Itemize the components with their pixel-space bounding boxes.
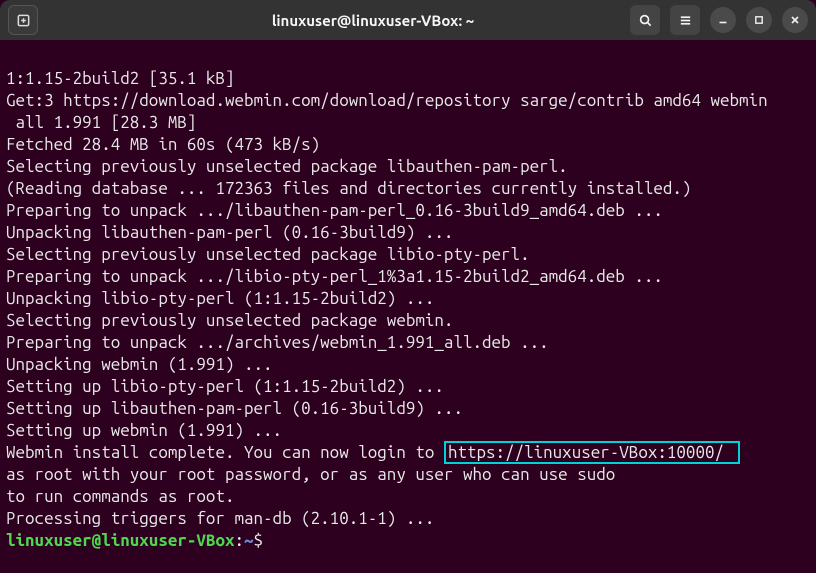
output-line: Get:3 https://download.webmin.com/downlo… bbox=[6, 91, 768, 110]
minimize-button[interactable] bbox=[710, 7, 736, 33]
output-line: Preparing to unpack .../libio-pty-perl_1… bbox=[6, 267, 663, 286]
cursor bbox=[273, 532, 282, 550]
window-title: linuxuser@linuxuser-VBox: ~ bbox=[158, 12, 588, 29]
output-line: Unpacking webmin (1.991) ... bbox=[6, 355, 273, 374]
prompt-path: ~ bbox=[244, 531, 254, 550]
output-line: Selecting previously unselected package … bbox=[6, 157, 568, 176]
close-button[interactable] bbox=[782, 7, 808, 33]
search-button[interactable] bbox=[630, 5, 660, 35]
maximize-button[interactable] bbox=[746, 7, 772, 33]
output-line: Preparing to unpack .../archives/webmin_… bbox=[6, 333, 549, 352]
output-line: (Reading database ... 172363 files and d… bbox=[6, 179, 691, 198]
menu-button[interactable] bbox=[670, 5, 700, 35]
output-line: Fetched 28.4 MB in 60s (473 kB/s) bbox=[6, 135, 320, 154]
output-line: Selecting previously unselected package … bbox=[6, 245, 530, 264]
output-line: Webmin install complete. You can now log… bbox=[6, 443, 434, 462]
prompt-dollar: $ bbox=[254, 531, 264, 550]
output-line: Setting up libio-pty-perl (1:1.15-2build… bbox=[6, 377, 444, 396]
output-line: Selecting previously unselected package … bbox=[6, 311, 453, 330]
titlebar: linuxuser@linuxuser-VBox: ~ bbox=[0, 0, 816, 40]
output-line: as root with your root password, or as a… bbox=[6, 465, 615, 484]
output-line: all 1.991 [28.3 MB] bbox=[6, 113, 196, 132]
output-line: Unpacking libio-pty-perl (1:1.15-2build2… bbox=[6, 289, 434, 308]
output-line: Preparing to unpack .../libauthen-pam-pe… bbox=[6, 201, 663, 220]
output-line: Processing triggers for man-db (2.10.1-1… bbox=[6, 509, 434, 528]
prompt-colon: : bbox=[234, 531, 244, 550]
output-line: to run commands as root. bbox=[6, 487, 234, 506]
login-url-highlight: https://linuxuser-VBox:10000/ bbox=[444, 441, 740, 464]
output-line: Unpacking libauthen-pam-perl (0.16-3buil… bbox=[6, 223, 453, 242]
new-tab-button[interactable] bbox=[8, 5, 38, 35]
output-line: 1:1.15-2build2 [35.1 kB] bbox=[6, 69, 234, 88]
output-line: Setting up libauthen-pam-perl (0.16-3bui… bbox=[6, 399, 463, 418]
output-line: Setting up webmin (1.991) ... bbox=[6, 421, 282, 440]
prompt-user-host: linuxuser@linuxuser-VBox bbox=[6, 531, 234, 550]
terminal-output[interactable]: 1:1.15-2build2 [35.1 kB] Get:3 https://d… bbox=[0, 40, 816, 558]
